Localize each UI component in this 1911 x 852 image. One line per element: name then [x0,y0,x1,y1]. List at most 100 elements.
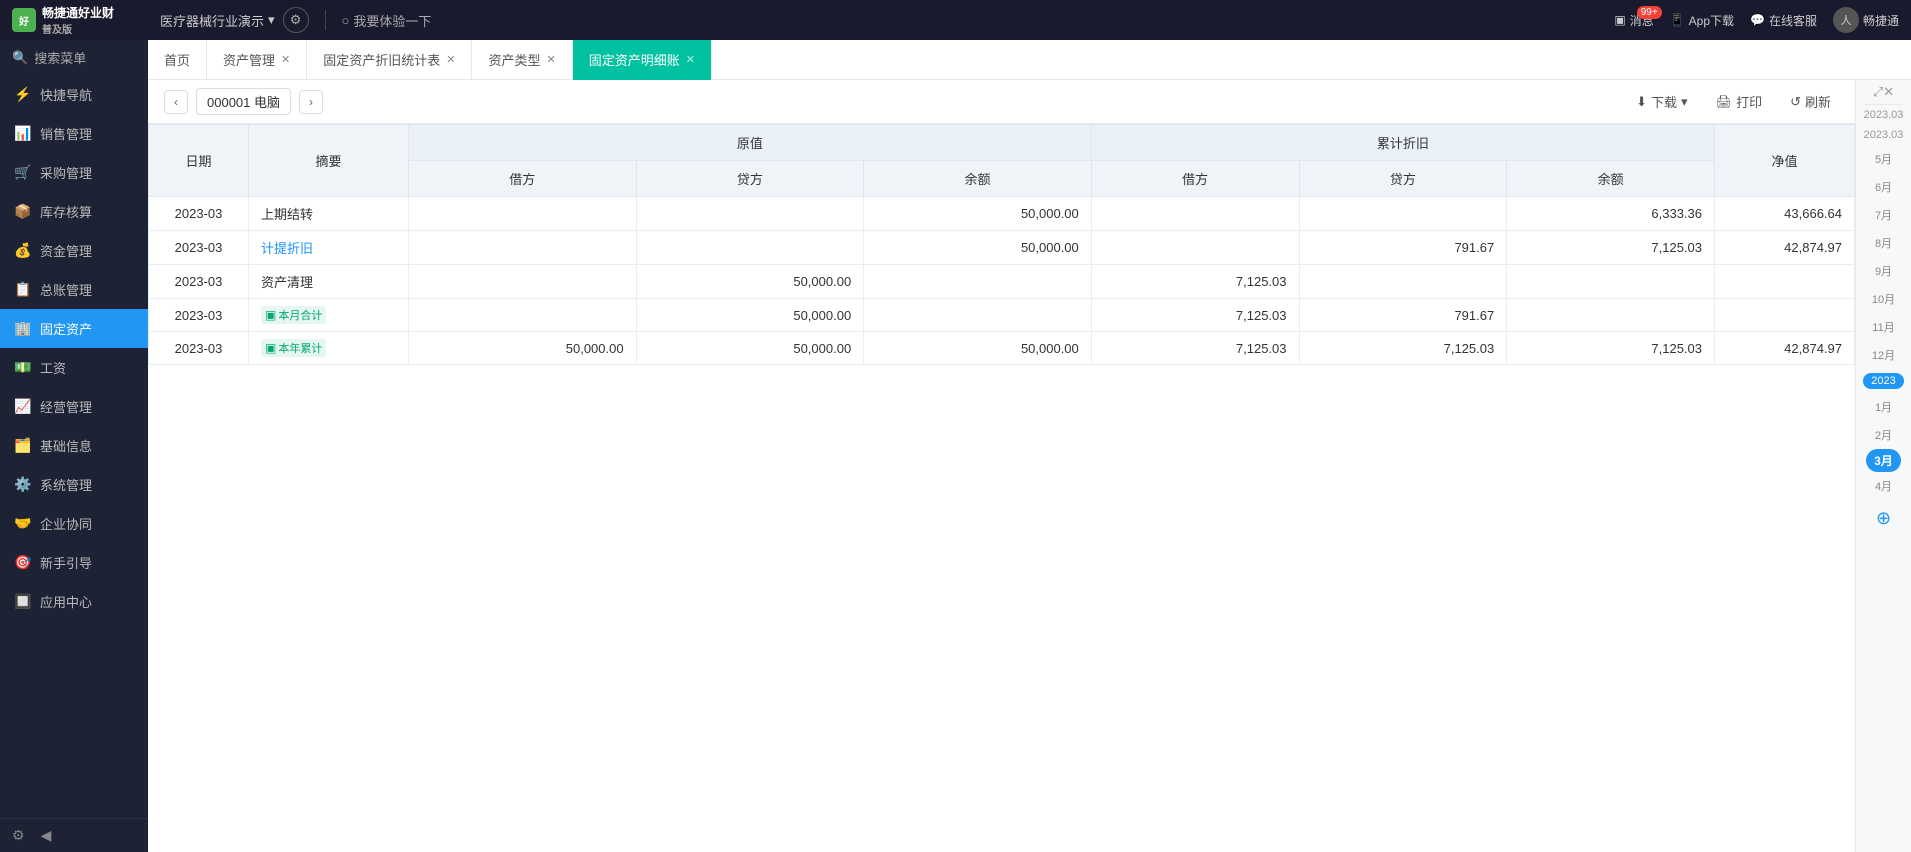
cell-orig-balance: 50,000.00 [864,231,1092,265]
cell-date: 2023-03 [149,332,249,365]
print-icon: 🖨 [1716,94,1733,110]
sidebar-item-fixed-assets[interactable]: 🏢 固定资产 [0,309,148,348]
tab-asset-mgmt[interactable]: 资产管理 ✕ [207,40,307,80]
search-menu-btn[interactable]: 🔍 搜索菜单 [0,40,148,75]
cell-accum-credit: 791.67 [1299,231,1507,265]
sidebar-item-system[interactable]: ⚙️ 系统管理 [0,465,148,504]
app-download-btn[interactable]: 📱 App下载 [1670,12,1734,29]
online-service-btn[interactable]: 💬 在线客服 [1750,12,1817,29]
cell-orig-credit: 50,000.00 [636,332,864,365]
cell-summary: 计提折旧 [249,231,409,265]
tab-bar: 首页 资产管理 ✕ 固定资产折旧统计表 ✕ 资产类型 ✕ 固定资产明细账 ✕ [148,40,1911,80]
top-bar: 好 畅捷通好业财 普及版 医疗器械行业演示 ▾ ⚙ ○ 我要体验一下 ▣ 消息 … [0,0,1911,40]
cell-accum-debit: 7,125.03 [1091,332,1299,365]
sidebar-item-inventory[interactable]: 📦 库存核算 [0,192,148,231]
main-table: 日期 摘要 原值 累计折旧 净值 借方 贷方 余额 [148,124,1855,365]
table-container: 日期 摘要 原值 累计折旧 净值 借方 贷方 余额 [148,124,1855,852]
collapse-btn[interactable]: ◀ [41,827,52,844]
sidebar-item-label: 系统管理 [40,475,92,494]
timeline-month-7[interactable]: 7月 [1856,201,1911,229]
sidebar-item-sales[interactable]: 📊 销售管理 [0,114,148,153]
refresh-btn[interactable]: ↺ 刷新 [1782,88,1839,115]
sidebar-item-guide[interactable]: 🎯 新手引导 [0,543,148,582]
company-settings-btn[interactable]: ⚙ [283,7,309,33]
timeline-expand-btn[interactable]: ⤢ [1873,84,1883,100]
download-dropdown-icon: ▾ [1681,94,1688,110]
toolbar-right: ⬇ 下载 ▾ 🖨 打印 ↺ 刷新 [1628,88,1839,115]
timeline-month-1[interactable]: 1月 [1856,393,1911,421]
prev-btn[interactable]: ‹ [164,90,188,114]
th-summary: 摘要 [249,125,409,197]
timeline-month-12[interactable]: 12月 [1856,341,1911,369]
sidebar-item-capital[interactable]: 💰 资金管理 [0,231,148,270]
purchase-icon: 🛒 [14,164,32,182]
cell-summary: 资产清理 [249,265,409,299]
search-icon: 🔍 [12,50,28,66]
next-btn[interactable]: › [299,90,323,114]
tab-asset-mgmt-close[interactable]: ✕ [281,53,290,66]
cell-accum-credit: 7,125.03 [1299,332,1507,365]
timeline-scroll-down[interactable]: ⊕ [1876,508,1891,529]
sidebar-item-purchase[interactable]: 🛒 采购管理 [0,153,148,192]
timeline-month-8[interactable]: 8月 [1856,229,1911,257]
tab-home[interactable]: 首页 [148,40,207,80]
cell-date: 2023-03 [149,299,249,332]
cell-orig-credit [636,231,864,265]
cell-accum-debit [1091,231,1299,265]
timeline-month-5[interactable]: 5月 [1856,145,1911,173]
cell-orig-credit: 50,000.00 [636,265,864,299]
timeline-month-9[interactable]: 9月 [1856,257,1911,285]
sidebar-item-label: 快捷导航 [40,85,92,104]
timeline-month-3-active[interactable]: 3月 [1866,449,1901,472]
tab-depreciation-stats[interactable]: 固定资产折旧统计表 ✕ [307,40,472,80]
th-orig-balance: 余额 [864,161,1092,197]
tab-home-label: 首页 [164,50,190,69]
sidebar-item-label: 新手引导 [40,553,92,572]
tab-depreciation-stats-label: 固定资产折旧统计表 [323,50,440,69]
message-badge: 99+ [1637,6,1662,19]
sidebar-item-enterprise[interactable]: 🤝 企业协同 [0,504,148,543]
tab-asset-detail[interactable]: 固定资产明细账 ✕ [573,40,712,80]
sidebar-item-payroll[interactable]: 💵 工资 [0,348,148,387]
tab-asset-type[interactable]: 资产类型 ✕ [472,40,572,80]
app-download-label: App下载 [1689,12,1734,29]
print-btn[interactable]: 🖨 打印 [1708,88,1771,115]
ledger-icon: 📋 [14,281,32,299]
user-area[interactable]: 人 畅捷通 [1833,7,1899,33]
app-name: 畅捷通好业财 [42,4,114,21]
company-selector[interactable]: 医疗器械行业演示 ▾ [160,11,275,30]
experience-btn[interactable]: ○ 我要体验一下 [342,11,432,30]
timeline-month-6[interactable]: 6月 [1856,173,1911,201]
timeline-month-10[interactable]: 10月 [1856,285,1911,313]
sidebar-item-quick-nav[interactable]: ⚡ 快捷导航 [0,75,148,114]
tab-depreciation-stats-close[interactable]: ✕ [446,53,455,66]
timeline-year-2023[interactable]: 2023 [1863,373,1903,389]
sidebar-item-basic-info[interactable]: 🗂️ 基础信息 [0,426,148,465]
sidebar-item-label: 经营管理 [40,397,92,416]
cell-net-value: 43,666.64 [1715,197,1855,231]
sidebar-item-label: 工资 [40,358,66,377]
tab-asset-detail-close[interactable]: ✕ [686,53,695,66]
message-btn[interactable]: ▣ 消息 99+ [1614,12,1653,29]
timeline-month-11[interactable]: 11月 [1856,313,1911,341]
cell-accum-balance: 7,125.03 [1507,332,1715,365]
sidebar-item-ledger[interactable]: 📋 总账管理 [0,270,148,309]
sidebar-item-operation[interactable]: 📈 经营管理 [0,387,148,426]
timeline-header: ⤢ ✕ [1865,80,1902,105]
app-edition: 普及版 [42,21,114,36]
download-btn[interactable]: ⬇ 下载 ▾ [1628,88,1695,115]
settings-btn[interactable]: ⚙ [12,827,25,844]
top-bar-right: ▣ 消息 99+ 📱 App下载 💬 在线客服 人 畅捷通 [1614,7,1899,33]
cell-orig-debit [409,299,637,332]
th-accum-debit: 借方 [1091,161,1299,197]
sidebar-item-app-center[interactable]: 🔲 应用中心 [0,582,148,621]
asset-tag[interactable]: 000001 电脑 [196,88,291,115]
timeline-month-3-area: 3月 [1866,449,1901,472]
enterprise-icon: 🤝 [14,515,32,533]
download-icon: ⬇ [1636,94,1647,110]
timeline-month-2[interactable]: 2月 [1856,421,1911,449]
cell-orig-balance: 50,000.00 [864,197,1092,231]
tab-asset-type-close[interactable]: ✕ [547,53,556,66]
timeline-close-btn[interactable]: ✕ [1883,84,1894,100]
timeline-month-4[interactable]: 4月 [1856,472,1911,500]
